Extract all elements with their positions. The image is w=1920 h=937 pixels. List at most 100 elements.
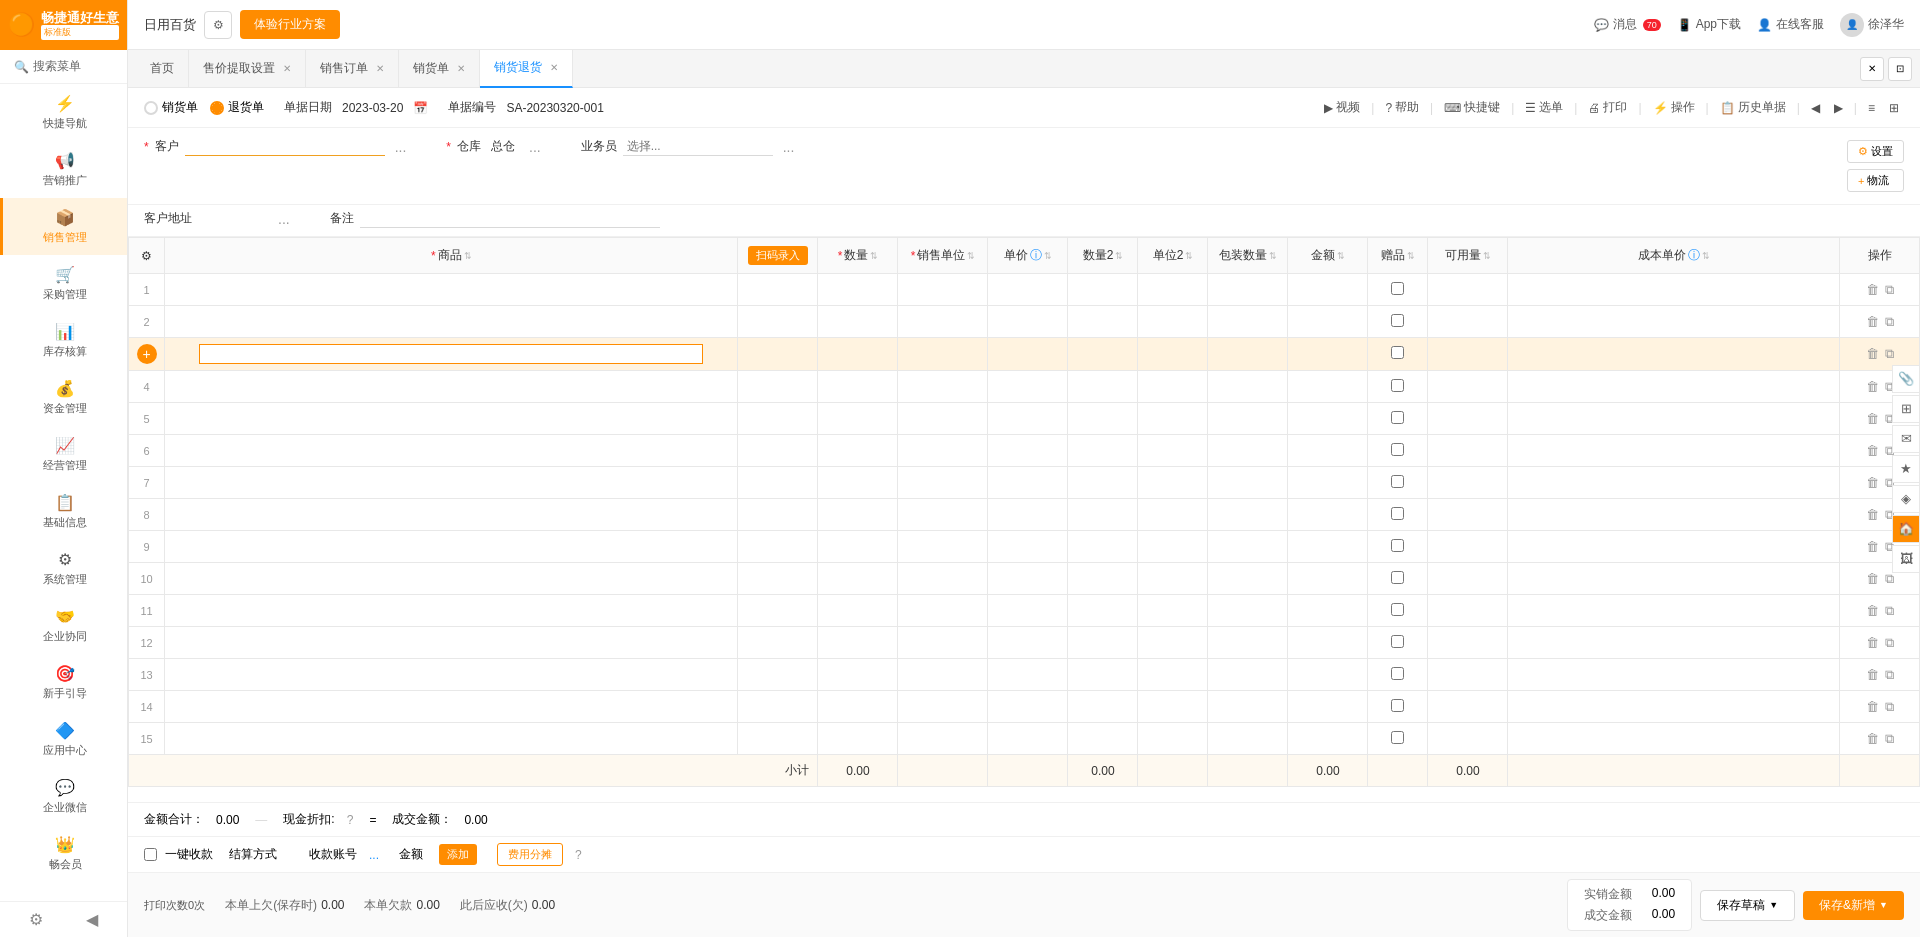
delete-icon[interactable]: 🗑 — [1866, 667, 1879, 683]
qty2-cell-1[interactable] — [1068, 274, 1138, 306]
history-btn[interactable]: 📋 历史单据 — [1715, 96, 1791, 119]
one-click-payment-checkbox[interactable] — [144, 848, 157, 861]
copy-icon[interactable]: ⧉ — [1885, 635, 1894, 651]
logistics-btn[interactable]: + 物流 — [1847, 169, 1904, 192]
price-cell-1[interactable] — [988, 274, 1068, 306]
float-btn-1[interactable]: 📎 — [1892, 365, 1920, 393]
copy-row-2-icon[interactable]: ⧉ — [1885, 314, 1894, 330]
pack-sort-icon[interactable]: ⇅ — [1269, 251, 1277, 261]
bank-account-select[interactable]: ... — [369, 848, 379, 862]
delete-icon[interactable]: 🗑 — [1866, 475, 1879, 491]
copy-icon[interactable]: ⧉ — [1885, 571, 1894, 587]
sidebar-item-quick-nav[interactable]: ⚡ 快捷导航 — [0, 84, 127, 141]
pack-cell-1[interactable] — [1208, 274, 1288, 306]
experience-button[interactable]: 体验行业方案 — [240, 10, 340, 39]
sidebar-item-finance[interactable]: 💰 资金管理 — [0, 369, 127, 426]
unit2-cell-1[interactable] — [1138, 274, 1208, 306]
remark-input[interactable] — [360, 209, 660, 228]
sidebar-item-appcenter[interactable]: 🔷 应用中心 — [0, 711, 127, 768]
save-dropdown-arrow-icon[interactable]: ▼ — [1879, 900, 1888, 910]
product-cell-1[interactable] — [165, 274, 738, 306]
add-row-button[interactable]: + — [137, 344, 157, 364]
copy-icon[interactable]: ⧉ — [1885, 699, 1894, 715]
price-info-icon[interactable]: ⓘ — [1030, 247, 1042, 264]
operate-btn[interactable]: ⚡ 操作 — [1648, 96, 1700, 119]
sale-radio[interactable]: 销货单 — [144, 99, 198, 116]
header-settings-button[interactable]: ⚙ — [204, 11, 232, 39]
unit2-cell-3[interactable] — [1138, 338, 1208, 371]
unit2-cell-2[interactable] — [1138, 306, 1208, 338]
nav-prev-btn[interactable]: ◀ — [1806, 98, 1825, 118]
delete-icon[interactable]: 🗑 — [1866, 539, 1879, 555]
sidebar-item-purchase[interactable]: 🛒 采购管理 — [0, 255, 127, 312]
online-service-button[interactable]: 👤 在线客服 — [1757, 16, 1824, 33]
delete-icon[interactable]: 🗑 — [1866, 443, 1879, 459]
qty-cell-1[interactable] — [818, 274, 898, 306]
gift-cell-3[interactable] — [1368, 338, 1428, 371]
delete-icon[interactable]: 🗑 — [1866, 699, 1879, 715]
unit-cell-1[interactable] — [898, 274, 988, 306]
available-cell-2[interactable] — [1428, 306, 1508, 338]
sales-unit-sort-icon[interactable]: ⇅ — [967, 251, 975, 261]
amount-cell-3[interactable] — [1288, 338, 1368, 371]
available-cell-1[interactable] — [1428, 274, 1508, 306]
float-btn-5[interactable]: ◈ — [1892, 485, 1920, 513]
scan-button[interactable]: 扫码录入 — [748, 246, 808, 265]
qty2-sort-icon[interactable]: ⇅ — [1115, 251, 1123, 261]
help-icon[interactable]: ? — [347, 813, 354, 827]
delete-row-3-icon[interactable]: 🗑 — [1866, 346, 1879, 362]
cost-cell-2[interactable] — [1508, 306, 1840, 338]
close-sales-order-tab[interactable]: ✕ — [376, 63, 384, 74]
unit-cell-2[interactable] — [898, 306, 988, 338]
select-bill-btn[interactable]: ☰ 选单 — [1520, 96, 1568, 119]
sidebar-item-marketing[interactable]: 📢 营销推广 — [0, 141, 127, 198]
notification-button[interactable]: 💬 消息 70 — [1594, 16, 1661, 33]
cost-cell-1[interactable] — [1508, 274, 1840, 306]
staff-input[interactable] — [623, 137, 773, 156]
pack-cell-2[interactable] — [1208, 306, 1288, 338]
available-cell-3[interactable] — [1428, 338, 1508, 371]
product-sort-icon[interactable]: ⇅ — [464, 251, 472, 261]
qty-cell-3[interactable] — [818, 338, 898, 371]
tab-sales-return[interactable]: 销货退货 ✕ — [480, 50, 573, 88]
expand-tab-button[interactable]: ⊡ — [1888, 57, 1912, 81]
fee-help-icon[interactable]: ? — [575, 848, 582, 862]
amount-sort-icon[interactable]: ⇅ — [1337, 251, 1345, 261]
view-list-btn[interactable]: ≡ — [1863, 98, 1880, 118]
pack-cell-3[interactable] — [1208, 338, 1288, 371]
tab-price-settings[interactable]: 售价提取设置 ✕ — [189, 50, 306, 88]
sidebar-item-basic[interactable]: 📋 基础信息 — [0, 483, 127, 540]
delete-icon[interactable]: 🗑 — [1866, 731, 1879, 747]
close-tab-button[interactable]: ✕ — [1860, 57, 1884, 81]
unit-cell-3[interactable] — [898, 338, 988, 371]
qty2-cell-2[interactable] — [1068, 306, 1138, 338]
close-price-settings-tab[interactable]: ✕ — [283, 63, 291, 74]
nav-next-btn[interactable]: ▶ — [1829, 98, 1848, 118]
save-draft-button[interactable]: 保存草稿 ▼ — [1700, 890, 1795, 921]
qty-cell-2[interactable] — [818, 306, 898, 338]
delete-icon[interactable]: 🗑 — [1866, 379, 1879, 395]
video-btn[interactable]: ▶ 视频 — [1319, 96, 1365, 119]
gift-cell-1[interactable] — [1368, 274, 1428, 306]
th-settings[interactable]: ⚙ — [129, 238, 165, 274]
sidebar-item-member[interactable]: 👑 畅会员 — [0, 825, 127, 882]
staff-select-dots[interactable]: ... — [783, 139, 795, 155]
delete-icon[interactable]: 🗑 — [1866, 507, 1879, 523]
add-payment-btn[interactable]: 添加 — [439, 844, 477, 865]
copy-icon[interactable]: ⧉ — [1885, 731, 1894, 747]
float-btn-2[interactable]: ⊞ — [1892, 395, 1920, 423]
user-profile-button[interactable]: 👤 徐泽华 — [1840, 13, 1904, 37]
sidebar-item-sales[interactable]: 📦 销售管理 — [0, 198, 127, 255]
dropdown-arrow-icon[interactable]: ▼ — [1769, 900, 1778, 910]
customer-select-dots[interactable]: ... — [395, 139, 407, 155]
delete-icon[interactable]: 🗑 — [1866, 635, 1879, 651]
cost-info-icon[interactable]: ⓘ — [1688, 247, 1700, 264]
save-new-button[interactable]: 保存&新增 ▼ — [1803, 891, 1904, 920]
copy-icon[interactable]: ⧉ — [1885, 603, 1894, 619]
copy-row-1-icon[interactable]: ⧉ — [1885, 282, 1894, 298]
product-cell-2[interactable] — [165, 306, 738, 338]
amount-cell-2[interactable] — [1288, 306, 1368, 338]
settings-small-btn[interactable]: ⚙ 设置 — [1847, 140, 1904, 163]
gift-cell-2[interactable] — [1368, 306, 1428, 338]
copy-icon[interactable]: ⧉ — [1885, 667, 1894, 683]
